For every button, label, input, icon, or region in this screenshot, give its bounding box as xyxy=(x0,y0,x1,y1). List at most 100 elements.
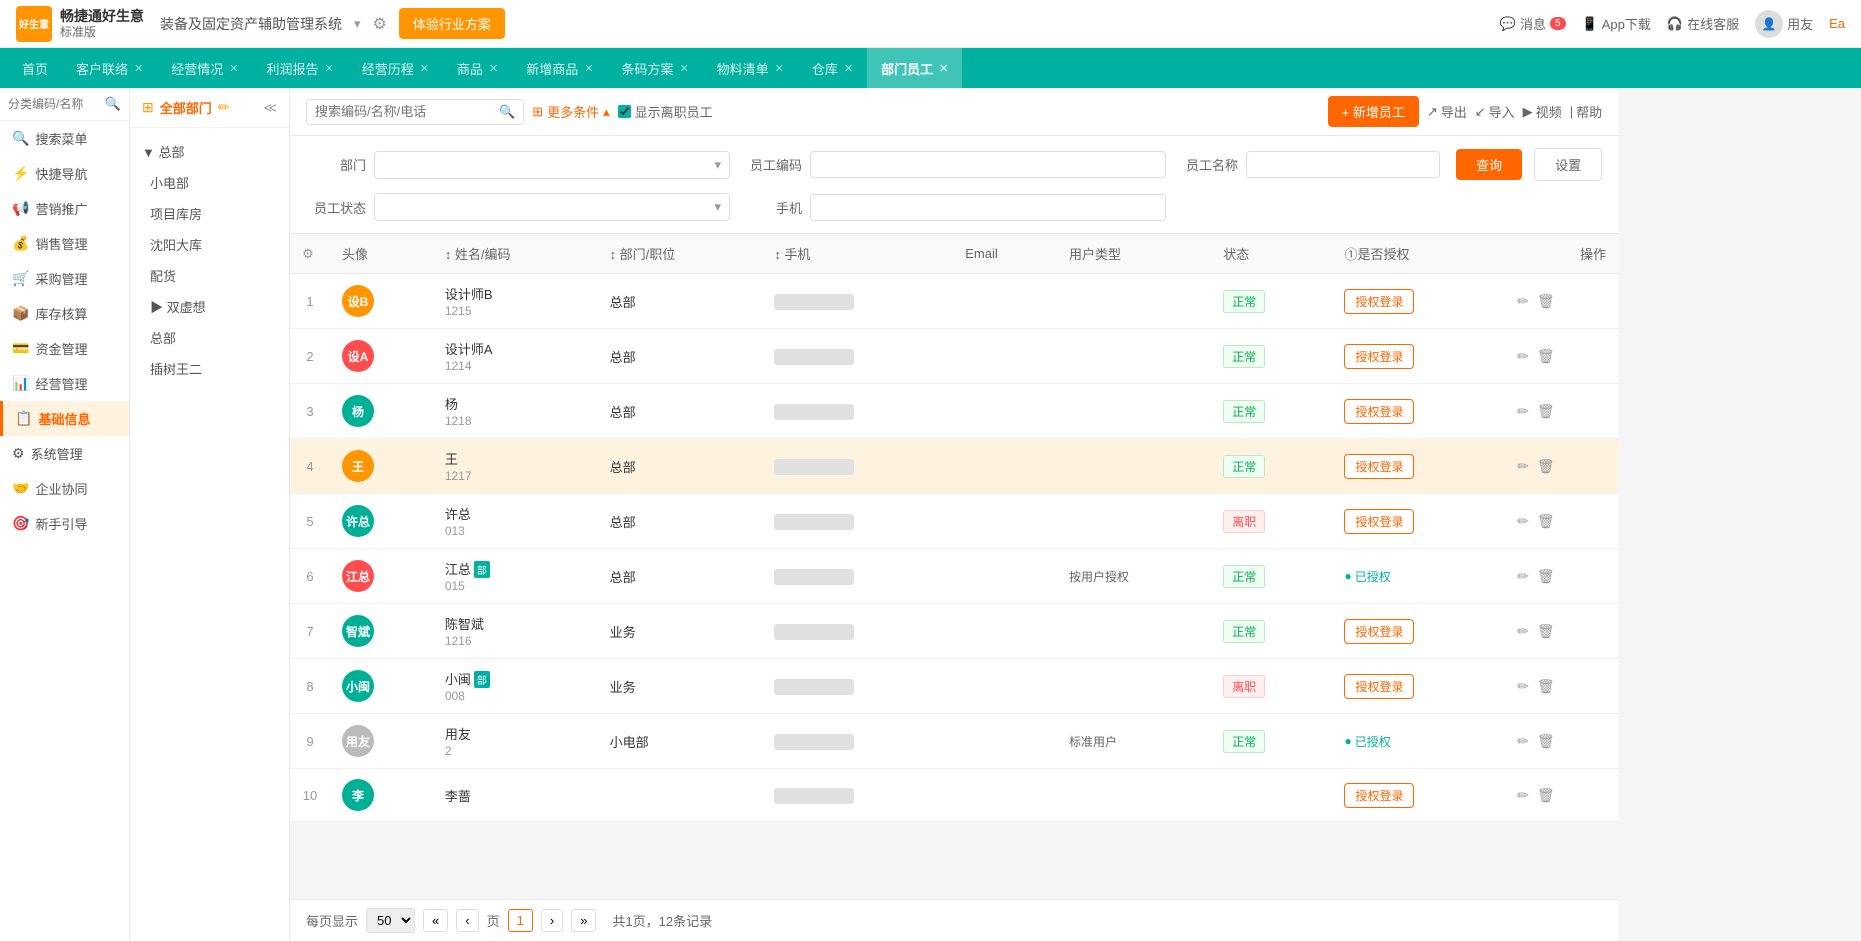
nav-tab-部门员工[interactable]: 部门员工 ✕ xyxy=(867,48,962,88)
last-page-button[interactable]: » xyxy=(571,909,596,932)
edit-icon[interactable]: ✏ xyxy=(1517,348,1529,365)
nav-tab-条码方案[interactable]: 条码方案 ✕ xyxy=(607,48,702,88)
emp-name-input[interactable] xyxy=(1246,151,1440,178)
tab-close-icon[interactable]: ✕ xyxy=(844,62,853,75)
nav-tab-物料清单[interactable]: 物料清单 ✕ xyxy=(703,48,798,88)
tab-close-icon[interactable]: ✕ xyxy=(679,62,688,75)
edit-icon[interactable]: ✏ xyxy=(1517,458,1529,475)
edit-icon[interactable]: ✏ xyxy=(1517,403,1529,420)
edit-icon[interactable]: ✏ xyxy=(1517,513,1529,530)
sidebar-item-快捷导航[interactable]: ⚡快捷导航 xyxy=(0,156,129,191)
prev-page-button[interactable]: ‹ xyxy=(456,909,478,932)
sidebar-item-采购管理[interactable]: 🛒采购管理 xyxy=(0,261,129,296)
delete-icon[interactable]: 🗑 xyxy=(1537,348,1555,365)
message-button[interactable]: 💬 消息 5 xyxy=(1500,14,1566,33)
show-resigned-checkbox[interactable] xyxy=(618,105,631,118)
page-size-select[interactable]: 50 xyxy=(366,908,415,933)
trial-button[interactable]: 体验行业方案 xyxy=(399,8,505,39)
edit-icon[interactable]: ✏ xyxy=(1517,623,1529,640)
emp-status-select[interactable]: ▾ xyxy=(374,193,730,221)
phone-input[interactable] xyxy=(810,194,1166,221)
auth-button[interactable]: 授权登录 xyxy=(1344,344,1414,369)
delete-icon[interactable]: 🗑 xyxy=(1537,513,1555,530)
view-button[interactable]: ▶ 视频 xyxy=(1523,102,1562,121)
col-name[interactable]: ↕ 姓名/编码 xyxy=(433,234,598,274)
tab-close-icon[interactable]: ✕ xyxy=(489,62,498,75)
dept-item-项目库房[interactable]: 项目库房 xyxy=(130,198,289,229)
nav-tab-经营历程[interactable]: 经营历程 ✕ xyxy=(348,48,443,88)
dept-collapse-icon[interactable]: ≪ xyxy=(263,100,277,116)
dept-item-沈阳大库[interactable]: 沈阳大库 xyxy=(130,229,289,260)
dropdown-arrow[interactable]: ▾ xyxy=(354,16,361,32)
nav-tab-新增商品[interactable]: 新增商品 ✕ xyxy=(512,48,607,88)
auth-button[interactable]: 授权登录 xyxy=(1344,454,1414,479)
sidebar-item-经营管理[interactable]: 📊经营管理 xyxy=(0,366,129,401)
online-support-button[interactable]: 🎧 在线客服 xyxy=(1667,14,1739,33)
auth-button[interactable]: 授权登录 xyxy=(1344,399,1414,424)
nav-tab-仓库[interactable]: 仓库 ✕ xyxy=(798,48,867,88)
nav-tab-商品[interactable]: 商品 ✕ xyxy=(443,48,512,88)
sidebar-item-库存核算[interactable]: 📦库存核算 xyxy=(0,296,129,331)
first-page-button[interactable]: « xyxy=(423,909,448,932)
dept-filter-select[interactable]: ▾ xyxy=(374,151,730,179)
more-filter-button[interactable]: ⊞ 更多条件 ▴ xyxy=(532,102,609,121)
query-button[interactable]: 查询 xyxy=(1456,149,1522,180)
delete-icon[interactable]: 🗑 xyxy=(1537,623,1555,640)
import-button[interactable]: ↙ 导入 xyxy=(1475,102,1515,121)
nav-tab-经营情况[interactable]: 经营情况 ✕ xyxy=(157,48,252,88)
dept-item-小电部[interactable]: 小电部 xyxy=(130,167,289,198)
show-resigned-toggle[interactable]: 显示离职员工 xyxy=(618,102,713,121)
sidebar-item-基础信息[interactable]: 📋基础信息 xyxy=(0,401,129,436)
auth-button[interactable]: 授权登录 xyxy=(1344,783,1414,808)
sidebar-item-资金管理[interactable]: 💳资金管理 xyxy=(0,331,129,366)
dept-item-配货[interactable]: 配货 xyxy=(130,260,289,291)
delete-icon[interactable]: 🗑 xyxy=(1537,678,1555,695)
tab-close-icon[interactable]: ✕ xyxy=(775,62,784,75)
col-settings[interactable]: ⚙ xyxy=(290,234,330,274)
edit-icon[interactable]: ✏ xyxy=(1517,678,1529,695)
tab-close-icon[interactable]: ✕ xyxy=(229,62,238,75)
auth-button[interactable]: 授权登录 xyxy=(1344,674,1414,699)
export-button[interactable]: ↗ 导出 xyxy=(1427,102,1467,121)
delete-icon[interactable]: 🗑 xyxy=(1537,403,1555,420)
delete-icon[interactable]: 🗑 xyxy=(1537,458,1555,475)
tab-close-icon[interactable]: ✕ xyxy=(420,62,429,75)
col-dept[interactable]: ↕ 部门/职位 xyxy=(598,234,763,274)
auth-button[interactable]: 授权登录 xyxy=(1344,509,1414,534)
nav-tab-利润报告[interactable]: 利润报告 ✕ xyxy=(252,48,347,88)
sidebar-item-销售管理[interactable]: 💰销售管理 xyxy=(0,226,129,261)
sidebar-item-企业协同[interactable]: 🤝企业协同 xyxy=(0,471,129,506)
app-download-button[interactable]: 📱 App下载 xyxy=(1582,14,1651,33)
help-button[interactable]: | 帮助 xyxy=(1570,102,1602,121)
tab-close-icon[interactable]: ✕ xyxy=(134,62,143,75)
nav-tab-首页[interactable]: 首页 xyxy=(8,48,62,88)
delete-icon[interactable]: 🗑 xyxy=(1537,787,1555,804)
dept-item-插树王二[interactable]: 插树王二 xyxy=(130,353,289,384)
emp-code-input[interactable] xyxy=(810,151,1166,178)
next-page-button[interactable]: › xyxy=(541,909,563,932)
tab-close-icon[interactable]: ✕ xyxy=(584,62,593,75)
edit-icon[interactable]: ✏ xyxy=(1517,568,1529,585)
delete-icon[interactable]: 🗑 xyxy=(1537,568,1555,585)
edit-icon[interactable]: ✏ xyxy=(1517,733,1529,750)
edit-icon[interactable]: ✏ xyxy=(1517,293,1529,310)
edit-icon[interactable]: ✏ xyxy=(1517,787,1529,804)
tab-close-icon[interactable]: ✕ xyxy=(325,62,334,75)
search-input[interactable] xyxy=(315,104,495,119)
nav-tab-客户联络[interactable]: 客户联络 ✕ xyxy=(62,48,157,88)
auth-button[interactable]: 授权登录 xyxy=(1344,289,1414,314)
dept-item-总部[interactable]: ▼ 总部 xyxy=(130,136,289,167)
user-button[interactable]: 👤 用友 xyxy=(1755,10,1813,38)
dept-item-双虚想[interactable]: ▶ 双虚想 xyxy=(130,291,289,322)
dept-edit-icon[interactable]: ✏ xyxy=(218,99,230,116)
col-phone[interactable]: ↕ 手机 xyxy=(762,234,953,274)
add-employee-button[interactable]: + 新增员工 xyxy=(1328,96,1419,127)
sidebar-item-系统管理[interactable]: ⚙系统管理 xyxy=(0,436,129,471)
sidebar-search-input[interactable] xyxy=(8,97,101,111)
dept-item-总部[interactable]: 总部 xyxy=(130,322,289,353)
sidebar-item-搜索菜单[interactable]: 🔍搜索菜单 xyxy=(0,121,129,156)
sidebar-item-营销推广[interactable]: 📢营销推广 xyxy=(0,191,129,226)
reset-button[interactable]: 设置 xyxy=(1534,148,1602,181)
tab-close-icon[interactable]: ✕ xyxy=(939,62,948,75)
sidebar-item-新手引导[interactable]: 🎯新手引导 xyxy=(0,506,129,541)
